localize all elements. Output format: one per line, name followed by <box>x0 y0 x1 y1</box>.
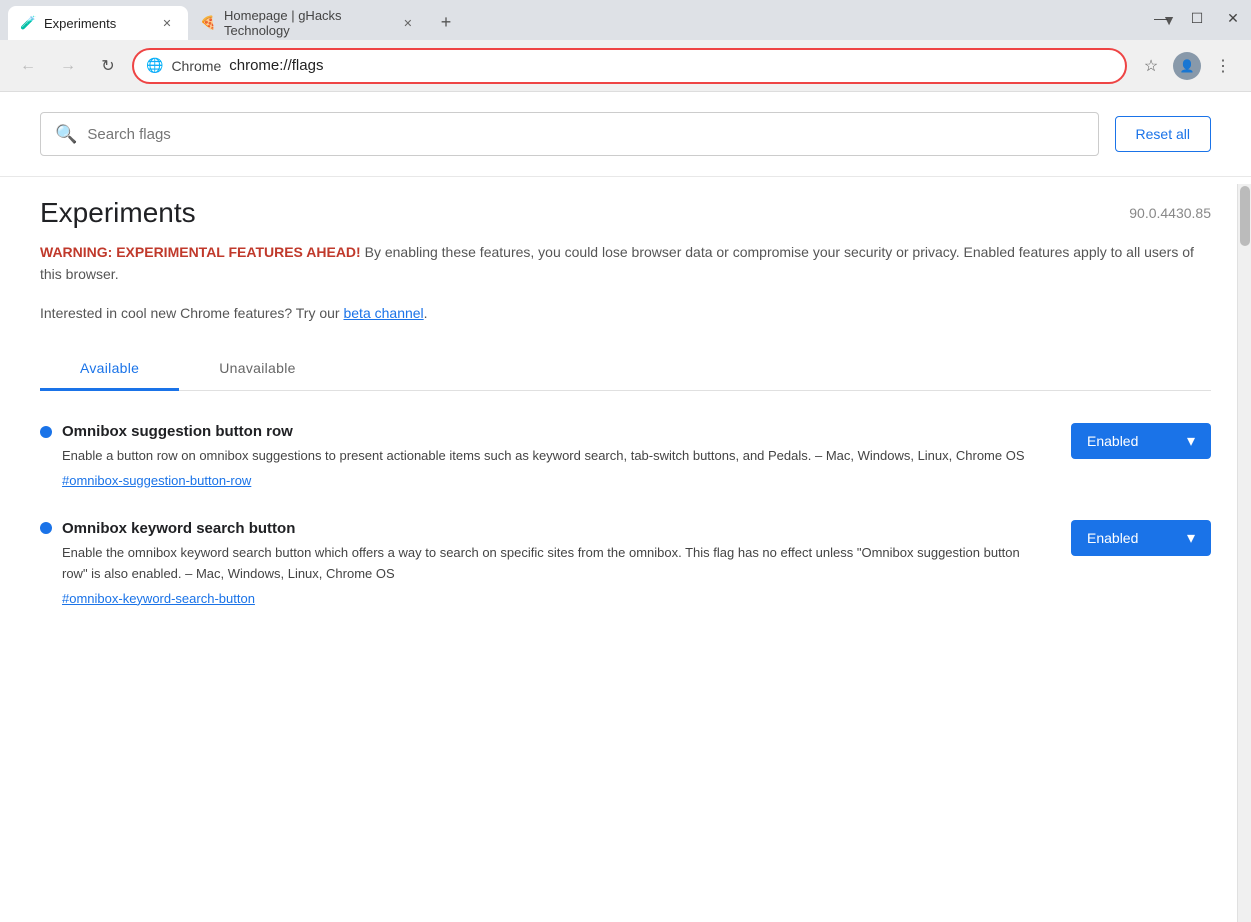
flag-dot-2 <box>40 522 52 534</box>
chrome-menu-button[interactable]: ⋮ <box>1207 50 1239 82</box>
flag-left-1: Omnibox suggestion button row Enable a b… <box>40 423 1047 488</box>
flag-link-2[interactable]: #omnibox-keyword-search-button <box>62 591 1047 606</box>
profile-avatar: 👤 <box>1173 52 1201 80</box>
flag-dropdown-label-2: Enabled <box>1087 530 1138 546</box>
experiments-content: Experiments 90.0.4430.85 WARNING: EXPERI… <box>0 177 1251 678</box>
flag-left-2: Omnibox keyword search button Enable the… <box>40 520 1047 606</box>
flags-tabs-row: Available Unavailable <box>40 348 1211 391</box>
flag-dropdown-label-1: Enabled <box>1087 433 1138 449</box>
window-controls: — ☐ ✕ <box>1151 8 1243 28</box>
beta-suffix: . <box>424 305 428 321</box>
tab-experiments[interactable]: 🧪 Experiments ✕ <box>8 6 188 40</box>
scrollbar[interactable] <box>1237 184 1251 922</box>
tab-unavailable[interactable]: Unavailable <box>179 348 335 391</box>
interest-text: Interested in cool new Chrome features? … <box>40 305 343 321</box>
site-label: Chrome <box>171 58 221 74</box>
tab-ghacks-label: Homepage | gHacks Technology <box>224 8 392 38</box>
site-icon: 🌐 <box>146 57 163 74</box>
tab-experiments-close[interactable]: ✕ <box>158 14 176 32</box>
flag-dot-1 <box>40 426 52 438</box>
flag-desc-1: Enable a button row on omnibox suggestio… <box>62 446 1047 467</box>
scrollbar-thumb[interactable] <box>1240 186 1250 246</box>
profile-button[interactable]: 👤 <box>1171 50 1203 82</box>
reset-all-button[interactable]: Reset all <box>1115 116 1211 152</box>
search-flags-bar: 🔍 Reset all <box>0 92 1251 177</box>
maximize-button[interactable]: ☐ <box>1187 8 1207 28</box>
tab-ghacks-close[interactable]: ✕ <box>400 14 416 32</box>
flag-desc-2: Enable the omnibox keyword search button… <box>62 543 1047 585</box>
new-tab-button[interactable]: + <box>432 8 460 36</box>
experiments-favicon: 🧪 <box>20 15 36 31</box>
back-button[interactable]: ← <box>12 50 44 82</box>
experiments-header: Experiments 90.0.4430.85 <box>40 197 1211 229</box>
minimize-button[interactable]: — <box>1151 8 1171 28</box>
flag-right-1: Enabled ▾ <box>1071 423 1211 459</box>
tab-bar: 🧪 Experiments ✕ 🍕 Homepage | gHacks Tech… <box>8 6 460 40</box>
ghacks-favicon: 🍕 <box>200 15 216 31</box>
forward-button[interactable]: → <box>52 50 84 82</box>
tab-ghacks[interactable]: 🍕 Homepage | gHacks Technology ✕ <box>188 6 428 40</box>
search-icon: 🔍 <box>55 124 77 145</box>
tab-experiments-label: Experiments <box>44 16 116 31</box>
flag-title-row-1: Omnibox suggestion button row <box>40 423 1047 440</box>
beta-channel-link[interactable]: beta channel <box>343 305 423 321</box>
warning-paragraph: WARNING: EXPERIMENTAL FEATURES AHEAD! By… <box>40 241 1211 286</box>
address-input[interactable] <box>229 57 1113 74</box>
flag-item-omnibox-suggestion: Omnibox suggestion button row Enable a b… <box>40 423 1211 488</box>
flag-item-omnibox-keyword: Omnibox keyword search button Enable the… <box>40 520 1211 606</box>
search-flags-input[interactable] <box>87 126 1083 143</box>
page-title: Experiments <box>40 197 196 229</box>
bookmark-button[interactable]: ☆ <box>1135 50 1167 82</box>
flag-title-row-2: Omnibox keyword search button <box>40 520 1047 537</box>
flag-dropdown-2[interactable]: Enabled ▾ <box>1071 520 1211 556</box>
flag-right-2: Enabled ▾ <box>1071 520 1211 556</box>
search-flags-input-wrap[interactable]: 🔍 <box>40 112 1099 156</box>
flag-title-2: Omnibox keyword search button <box>62 520 295 537</box>
reload-button[interactable]: ↻ <box>92 50 124 82</box>
nav-right-buttons: ☆ 👤 ⋮ <box>1135 50 1239 82</box>
tab-available[interactable]: Available <box>40 348 179 391</box>
address-bar[interactable]: 🌐 Chrome <box>132 48 1127 84</box>
dropdown-arrow-1: ▾ <box>1187 431 1195 451</box>
warning-bold-text: WARNING: EXPERIMENTAL FEATURES AHEAD! <box>40 244 361 260</box>
interest-paragraph: Interested in cool new Chrome features? … <box>40 302 1211 324</box>
flag-title-1: Omnibox suggestion button row <box>62 423 293 440</box>
nav-bar: ← → ↻ 🌐 Chrome ☆ 👤 ⋮ <box>0 40 1251 92</box>
dropdown-arrow-2: ▾ <box>1187 528 1195 548</box>
close-button[interactable]: ✕ <box>1223 8 1243 28</box>
version-label: 90.0.4430.85 <box>1129 205 1211 221</box>
page-content: 🔍 Reset all Experiments 90.0.4430.85 WAR… <box>0 92 1251 922</box>
title-bar: 🧪 Experiments ✕ 🍕 Homepage | gHacks Tech… <box>0 0 1251 40</box>
flag-dropdown-1[interactable]: Enabled ▾ <box>1071 423 1211 459</box>
flag-link-1[interactable]: #omnibox-suggestion-button-row <box>62 473 1047 488</box>
